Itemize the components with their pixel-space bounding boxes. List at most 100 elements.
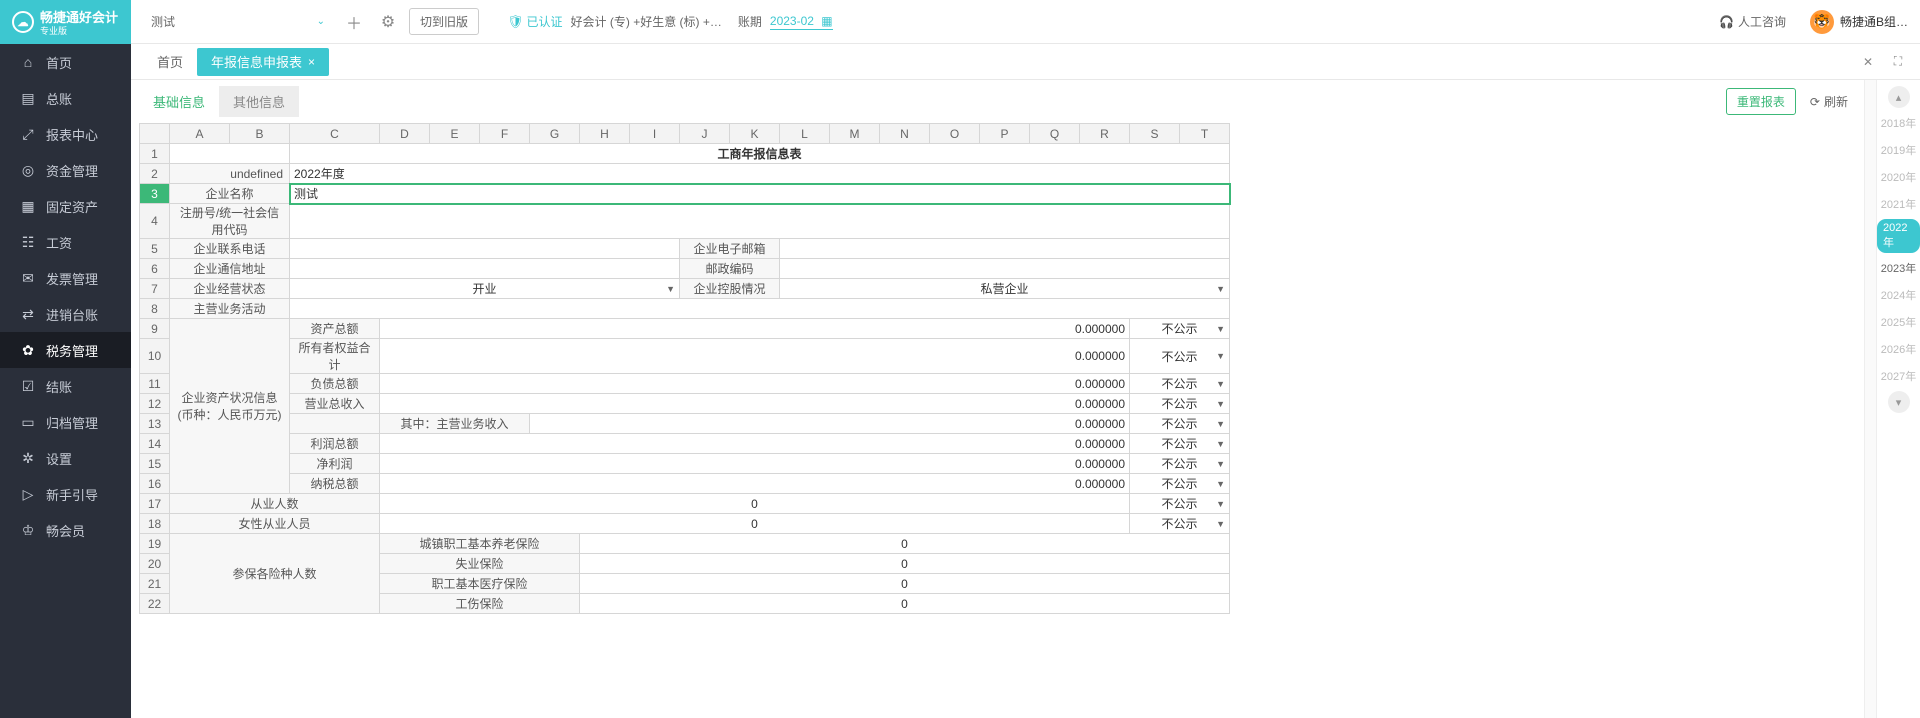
row-header[interactable]: 11 (140, 374, 170, 394)
col-header[interactable]: R (1080, 124, 1130, 144)
year-item[interactable]: 2021年 (1881, 192, 1916, 216)
cell[interactable] (290, 259, 680, 279)
row-header[interactable]: 3 (140, 184, 170, 204)
value-cell[interactable]: 0.000000 (380, 374, 1130, 394)
row-header[interactable]: 7 (140, 279, 170, 299)
year-item[interactable]: 2019年 (1881, 138, 1916, 162)
col-header[interactable]: A (170, 124, 230, 144)
year-item[interactable]: 2025年 (1881, 310, 1916, 334)
year-item[interactable]: 2020年 (1881, 165, 1916, 189)
cell[interactable] (290, 204, 1230, 239)
col-header[interactable]: K (730, 124, 780, 144)
support-link[interactable]: 🎧 人工咨询 (1719, 13, 1786, 30)
nav-item-8[interactable]: ✿税务管理 (0, 332, 131, 368)
company-selector[interactable]: 测试 ⌄ (143, 8, 333, 36)
value-cell[interactable]: 0 (380, 514, 1130, 534)
fullscreen-button[interactable]: ⛶ (1886, 50, 1910, 74)
subtab-1[interactable]: 其他信息 (219, 86, 299, 117)
value-cell[interactable]: 0.000000 (380, 339, 1130, 374)
refresh-button[interactable]: ⟳ 刷新 (1810, 93, 1848, 110)
value-cell[interactable]: 0.000000 (380, 319, 1130, 339)
col-header[interactable]: T (1180, 124, 1230, 144)
spreadsheet[interactable]: ABCDEFGHIJKLMNOPQRST 1工商年报信息表2undefined2… (139, 123, 1856, 718)
dropdown-cell[interactable]: 不公示▼ (1130, 394, 1230, 414)
dropdown-cell[interactable]: 私营企业▼ (780, 279, 1230, 299)
col-header[interactable]: G (530, 124, 580, 144)
row-header[interactable]: 4 (140, 204, 170, 239)
row-header[interactable]: 12 (140, 394, 170, 414)
col-header[interactable]: D (380, 124, 430, 144)
nav-item-11[interactable]: ✲设置 (0, 440, 131, 476)
col-header[interactable]: J (680, 124, 730, 144)
value-cell[interactable]: 0 (580, 554, 1230, 574)
row-header[interactable]: 15 (140, 454, 170, 474)
row-header[interactable]: 14 (140, 434, 170, 454)
nav-item-1[interactable]: ▤总账 (0, 80, 131, 116)
switch-old-button[interactable]: 切到旧版 (409, 8, 479, 35)
subtab-0[interactable]: 基础信息 (139, 86, 219, 117)
year-down-button[interactable]: ▾ (1888, 391, 1910, 413)
row-header[interactable]: 8 (140, 299, 170, 319)
nav-item-6[interactable]: ✉发票管理 (0, 260, 131, 296)
value-cell[interactable]: 0 (380, 494, 1130, 514)
dropdown-cell[interactable]: 不公示▼ (1130, 454, 1230, 474)
row-header[interactable]: 19 (140, 534, 170, 554)
cell[interactable] (780, 259, 1230, 279)
tab-close-icon[interactable]: × (308, 55, 315, 69)
certified-badge[interactable]: 🛡 已认证 (507, 13, 563, 30)
year-item[interactable]: 2024年 (1881, 283, 1916, 307)
value-cell[interactable]: 0.000000 (530, 414, 1130, 434)
dropdown-cell[interactable]: 不公示▼ (1130, 494, 1230, 514)
col-header[interactable]: I (630, 124, 680, 144)
row-header[interactable]: 9 (140, 319, 170, 339)
col-header[interactable]: O (930, 124, 980, 144)
reset-report-button[interactable]: 重置报表 (1726, 88, 1796, 115)
year-item[interactable]: 2027年 (1881, 364, 1916, 388)
nav-item-9[interactable]: ☑结账 (0, 368, 131, 404)
period-selector[interactable]: 2023-02 ▦ (770, 14, 833, 30)
col-header[interactable]: C (290, 124, 380, 144)
dropdown-cell[interactable]: 不公示▼ (1130, 474, 1230, 494)
nav-item-12[interactable]: ▷新手引导 (0, 476, 131, 512)
year-up-button[interactable]: ▴ (1888, 86, 1910, 108)
row-header[interactable]: 10 (140, 339, 170, 374)
col-header[interactable]: N (880, 124, 930, 144)
dropdown-cell[interactable]: 开业▼ (290, 279, 680, 299)
row-header[interactable]: 13 (140, 414, 170, 434)
value-cell[interactable]: 测试 (290, 184, 1230, 204)
cell[interactable] (780, 239, 1230, 259)
col-header[interactable]: E (430, 124, 480, 144)
row-header[interactable]: 17 (140, 494, 170, 514)
col-header[interactable]: H (580, 124, 630, 144)
row-header[interactable]: 18 (140, 514, 170, 534)
add-button[interactable]: ＋ (341, 9, 367, 35)
col-header[interactable]: L (780, 124, 830, 144)
year-item[interactable]: 2022年 (1877, 219, 1920, 253)
nav-item-4[interactable]: ▦固定资产 (0, 188, 131, 224)
close-tab-button[interactable]: ✕ (1856, 50, 1880, 74)
value-cell[interactable]: 0.000000 (380, 474, 1130, 494)
dropdown-cell[interactable]: 不公示▼ (1130, 434, 1230, 454)
col-header[interactable]: Q (1030, 124, 1080, 144)
row-header[interactable]: 6 (140, 259, 170, 279)
gear-icon[interactable]: ⚙ (375, 9, 401, 35)
col-header[interactable]: S (1130, 124, 1180, 144)
value-cell[interactable]: 0.000000 (380, 454, 1130, 474)
value-cell[interactable]: 0.000000 (380, 434, 1130, 454)
value-cell[interactable]: 0 (580, 574, 1230, 594)
nav-item-13[interactable]: ♔畅会员 (0, 512, 131, 548)
dropdown-cell[interactable]: 不公示▼ (1130, 339, 1230, 374)
year-item[interactable]: 2018年 (1881, 111, 1916, 135)
year-item[interactable]: 2023年 (1881, 256, 1916, 280)
value-cell[interactable]: 0 (580, 534, 1230, 554)
tab-0[interactable]: 首页 (143, 48, 197, 76)
cell[interactable] (290, 299, 1230, 319)
nav-item-0[interactable]: ⌂首页 (0, 44, 131, 80)
nav-item-2[interactable]: ⤢报表中心 (0, 116, 131, 152)
vertical-scrollbar[interactable] (1864, 80, 1876, 718)
value-cell[interactable]: 2022年度 (290, 164, 1230, 184)
dropdown-cell[interactable]: 不公示▼ (1130, 514, 1230, 534)
nav-item-10[interactable]: ▭归档管理 (0, 404, 131, 440)
row-header[interactable]: 21 (140, 574, 170, 594)
value-cell[interactable]: 0 (580, 594, 1230, 614)
